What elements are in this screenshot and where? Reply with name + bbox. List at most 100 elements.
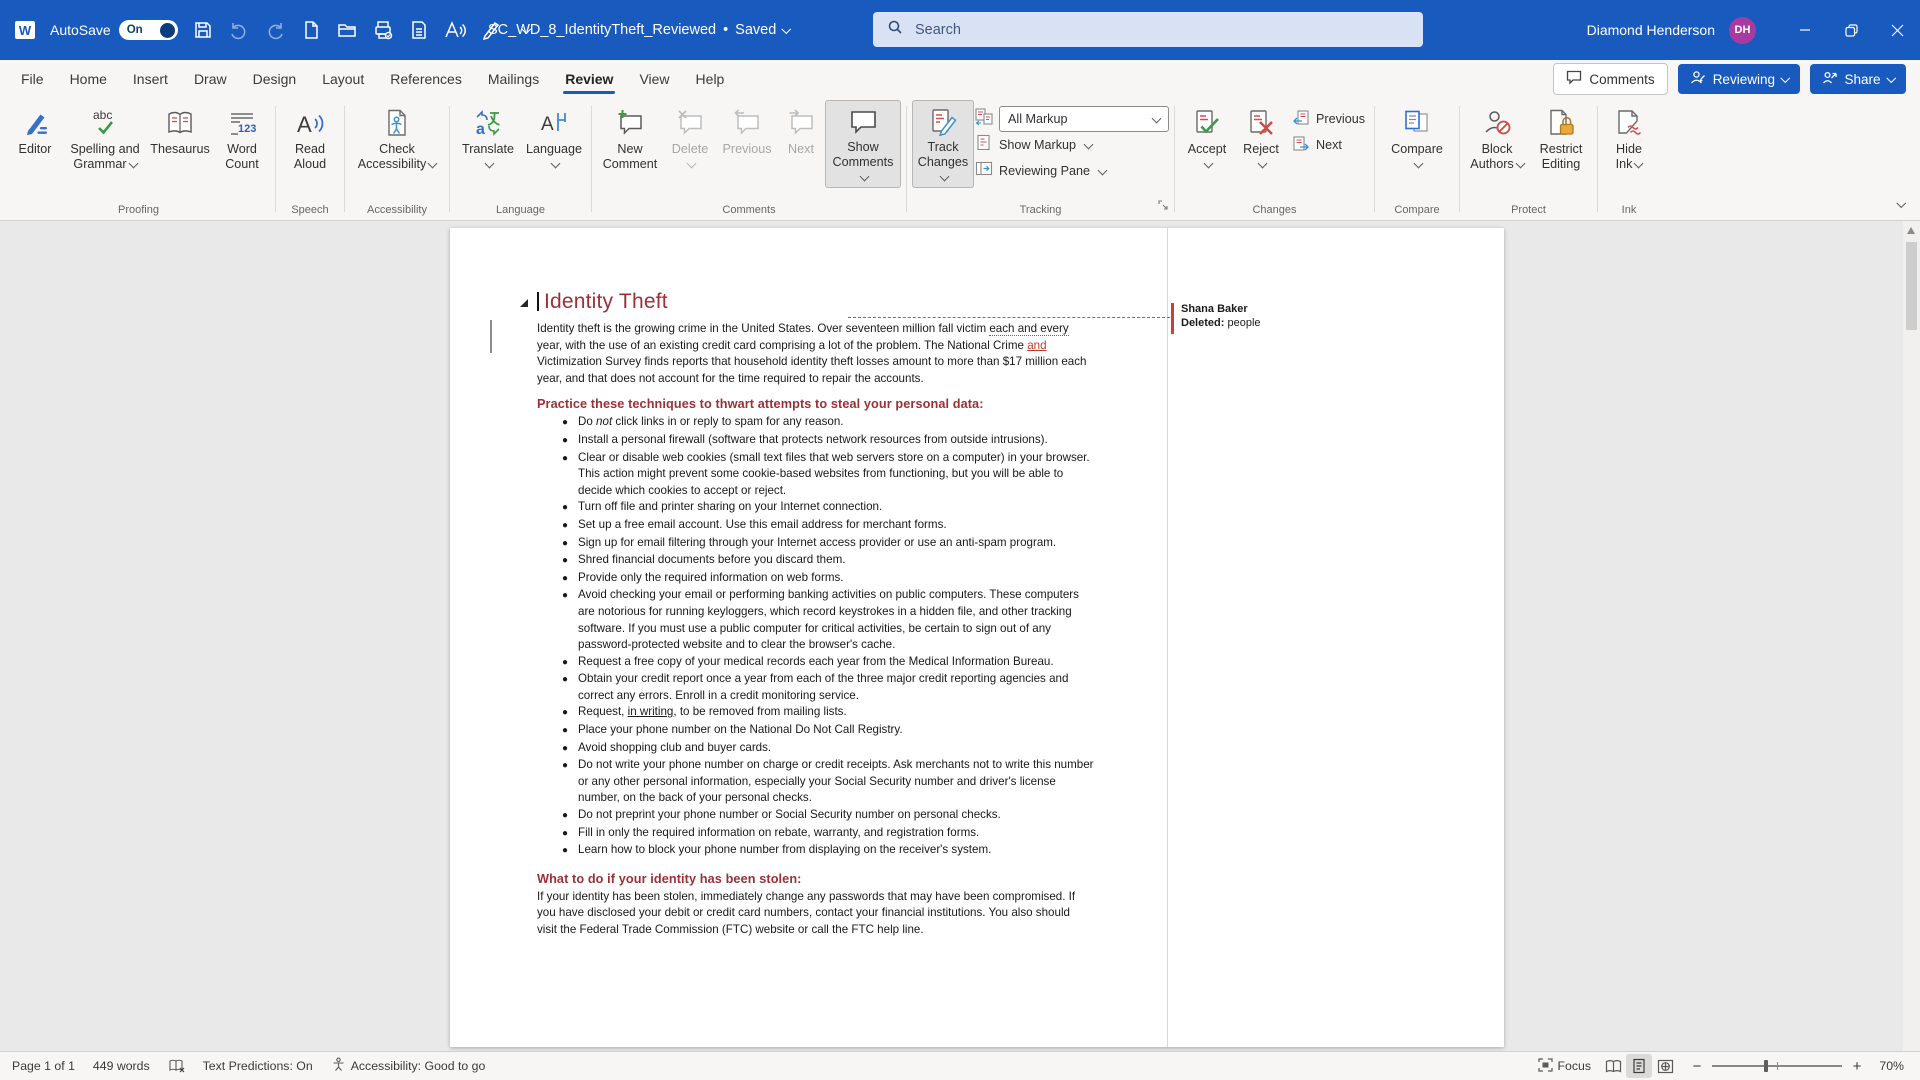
proofing-errors-icon[interactable] (159, 1052, 194, 1080)
tab-references[interactable]: References (377, 62, 475, 96)
ribbon-group-protect: Block Authors Restrict Editing Protect (1462, 98, 1595, 220)
restrict-editing-button[interactable]: Restrict Editing (1530, 100, 1592, 188)
revision-bar-icon (1171, 303, 1174, 334)
next-comment-button[interactable]: Next (778, 100, 824, 188)
scroll-up-icon[interactable] (1907, 227, 1915, 234)
web-layout-view-button[interactable] (1652, 1054, 1678, 1078)
spelling-check-icon: abc (90, 107, 120, 139)
vertical-scrollbar[interactable] (1903, 221, 1920, 1052)
ribbon-group-tracking: Track Changes All Markup Show Markup Rev… (909, 98, 1172, 220)
thesaurus-book-icon (165, 107, 195, 139)
heading-collapse-icon[interactable] (520, 299, 528, 307)
bullet-text: Fill in only the required information on… (578, 825, 980, 839)
reject-change-button[interactable]: Reject (1235, 100, 1287, 188)
show-markup-button[interactable]: Show Markup (975, 132, 1169, 157)
autosave-toggle[interactable]: On (118, 20, 178, 40)
close-button[interactable] (1874, 0, 1920, 60)
check-accessibility-button[interactable]: Check Accessibility (350, 100, 444, 188)
focus-mode-button[interactable]: Focus (1529, 1052, 1601, 1080)
tab-layout[interactable]: Layout (309, 62, 377, 96)
read-aloud-icon[interactable] (444, 19, 466, 41)
translate-button[interactable]: a Translate (455, 100, 521, 188)
zoom-level[interactable]: 70% (1864, 1059, 1920, 1073)
block-authors-button[interactable]: Block Authors (1465, 100, 1529, 188)
open-folder-icon[interactable] (336, 19, 358, 41)
tab-draw[interactable]: Draw (181, 62, 240, 96)
restore-button[interactable] (1828, 0, 1874, 60)
new-document-icon[interactable] (300, 19, 322, 41)
zoom-in-button[interactable]: + (1850, 1058, 1864, 1075)
collapse-ribbon-chevron-icon[interactable] (1896, 194, 1906, 212)
word-count-status[interactable]: 449 words (84, 1052, 159, 1080)
tab-help[interactable]: Help (683, 62, 738, 96)
revision-detail: Deleted: people (1181, 316, 1261, 329)
text-predictions-status[interactable]: Text Predictions: On (194, 1052, 322, 1080)
svg-text:abc: abc (93, 108, 112, 122)
tab-mailings[interactable]: Mailings (475, 62, 552, 96)
accessibility-status[interactable]: Accessibility: Good to go (322, 1052, 495, 1080)
previous-change-button[interactable]: Previous (1288, 108, 1369, 130)
reviewing-pane-button[interactable]: Reviewing Pane (975, 158, 1169, 183)
tab-home[interactable]: Home (57, 62, 120, 96)
tab-design[interactable]: Design (240, 62, 310, 96)
page-indicator[interactable]: Page 1 of 1 (0, 1052, 84, 1080)
print-icon[interactable] (372, 19, 394, 41)
editor-button[interactable]: Editor (7, 100, 63, 188)
search-input[interactable] (913, 20, 1337, 39)
editor-icon (20, 107, 50, 139)
tab-insert[interactable]: Insert (120, 62, 181, 96)
undo-icon[interactable] (228, 19, 250, 41)
svg-text:W: W (19, 23, 32, 38)
search-bar[interactable] (873, 12, 1423, 47)
redo-icon[interactable] (264, 19, 286, 41)
bullet-marker-icon: ● (562, 452, 569, 464)
word-count-button[interactable]: 123 Word Count (214, 100, 270, 188)
previous-comment-button[interactable]: Previous (717, 100, 777, 188)
spelling-grammar-button[interactable]: abc Spelling and Grammar (64, 100, 146, 188)
print-layout-view-button[interactable] (1626, 1054, 1652, 1078)
avatar[interactable]: DH (1729, 16, 1756, 44)
read-mode-view-button[interactable] (1600, 1054, 1626, 1078)
revision-author: Shana Baker (1181, 303, 1248, 315)
reviewing-button[interactable]: Reviewing (1677, 64, 1801, 94)
print-preview-icon[interactable] (408, 19, 430, 41)
word-app-icon[interactable]: W (14, 19, 36, 41)
compare-button[interactable]: Compare (1380, 100, 1454, 188)
share-icon (1822, 70, 1838, 88)
zoom-slider[interactable] (1712, 1060, 1842, 1072)
previous-change-icon (1292, 109, 1310, 129)
hide-ink-button[interactable]: Hide Ink (1603, 100, 1655, 188)
accept-change-button[interactable]: Accept (1180, 100, 1234, 188)
tab-file[interactable]: File (8, 62, 57, 96)
tab-view[interactable]: View (626, 62, 682, 96)
minimize-button[interactable] (1782, 0, 1828, 60)
show-comments-button[interactable]: Show Comments (825, 100, 901, 188)
autosave-control[interactable]: AutoSave On (50, 20, 178, 40)
zoom-out-button[interactable]: − (1690, 1058, 1704, 1075)
document-page[interactable]: Shana Baker Deleted: people Identity The… (450, 228, 1504, 1047)
tab-review[interactable]: Review (552, 62, 626, 96)
track-changes-button[interactable]: Track Changes (912, 100, 974, 188)
bullet-text: Provide only the required information on… (578, 570, 844, 584)
title-separator: • (723, 22, 729, 38)
scrollbar-thumb[interactable] (1906, 242, 1917, 330)
read-aloud-button[interactable]: A Read Aloud (281, 100, 339, 188)
markup-dropdown[interactable]: All Markup (999, 105, 1169, 132)
delete-comment-button[interactable]: Delete (664, 100, 716, 188)
restrict-editing-icon (1546, 107, 1576, 139)
next-change-button[interactable]: Next (1288, 134, 1369, 156)
bullet-item: ● Avoid shopping club and buyer cards. (537, 740, 1097, 758)
bullet-item: ● Request, in writing, to be removed from… (537, 704, 1097, 722)
user-name[interactable]: Diamond Henderson (1587, 22, 1715, 38)
revision-balloon[interactable]: Shana Baker Deleted: people (1171, 303, 1261, 334)
comments-button[interactable]: Comments (1553, 63, 1668, 95)
share-button[interactable]: Share (1810, 64, 1906, 94)
tracking-dialog-launcher-icon[interactable] (1157, 198, 1169, 216)
new-comment-button[interactable]: New Comment (597, 100, 663, 188)
thesaurus-button[interactable]: Thesaurus (147, 100, 213, 188)
group-label-accessibility: Accessibility (367, 204, 427, 216)
language-button[interactable]: A Language (522, 100, 586, 188)
save-icon[interactable] (192, 19, 214, 41)
zoom-slider-thumb[interactable] (1764, 1060, 1768, 1072)
document-title[interactable]: SC_WD_8_IdentityTheft_Reviewed • Saved (488, 0, 792, 60)
